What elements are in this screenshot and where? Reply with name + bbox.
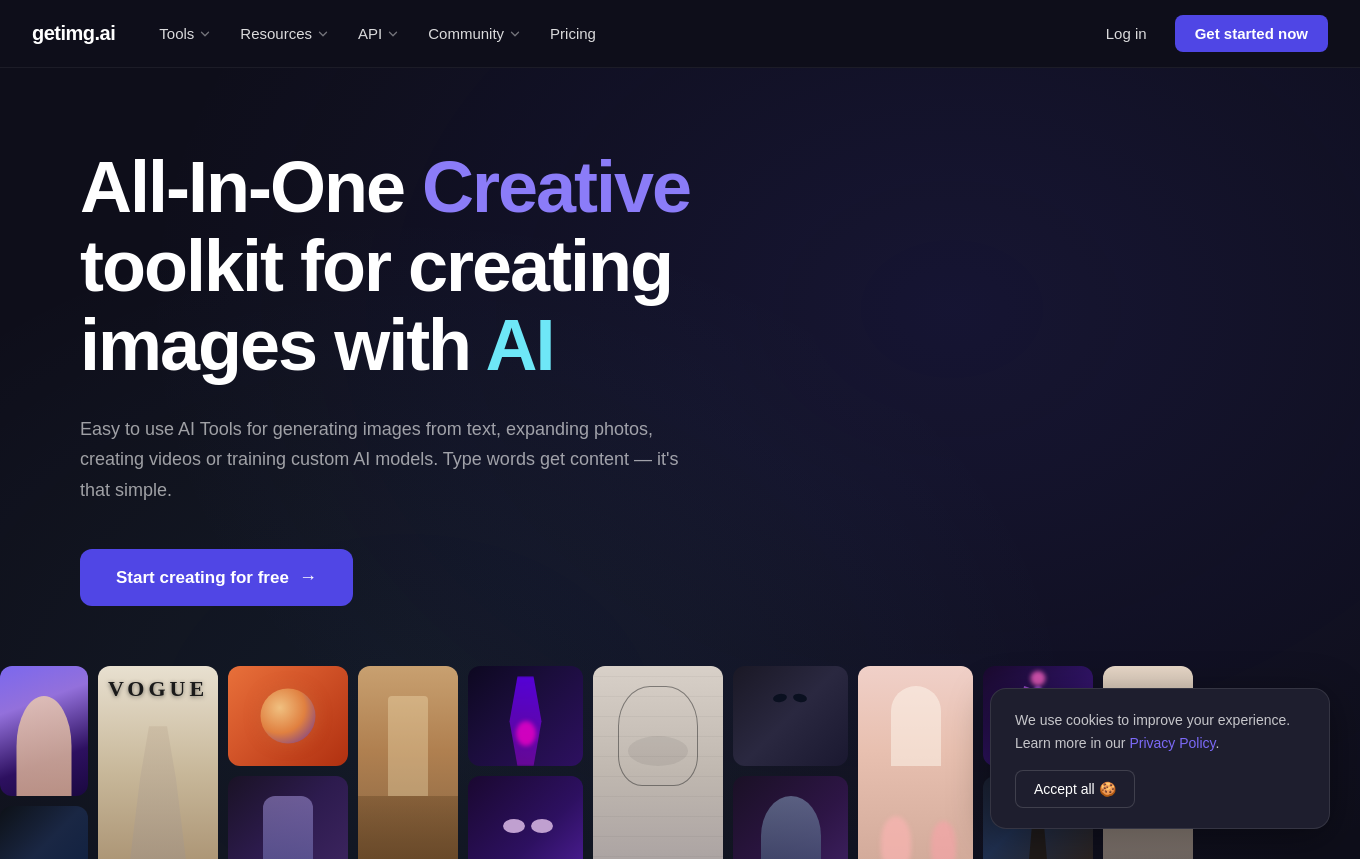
nav-api[interactable]: API bbox=[346, 17, 412, 50]
nav-tools-label: Tools bbox=[159, 25, 194, 42]
nav-resources-label: Resources bbox=[240, 25, 312, 42]
hero-title-creative: Creative bbox=[422, 147, 690, 227]
gallery-col-5 bbox=[468, 666, 583, 859]
gallery-col-8 bbox=[858, 666, 973, 859]
hero-title: All-In-One Creative toolkit for creating… bbox=[80, 148, 820, 386]
navbar: getimg.ai Tools Resources bbox=[0, 0, 1360, 68]
nav-api-label: API bbox=[358, 25, 382, 42]
gallery-col-6 bbox=[593, 666, 723, 859]
gallery-col-4 bbox=[358, 666, 458, 859]
chevron-down-icon bbox=[316, 27, 330, 41]
hero-cta-label: Start creating for free bbox=[116, 568, 289, 588]
nav-pricing[interactable]: Pricing bbox=[538, 17, 608, 50]
privacy-policy-link[interactable]: Privacy Policy bbox=[1129, 735, 1215, 751]
cookie-banner: We use cookies to improve your experienc… bbox=[990, 688, 1330, 829]
nav-pricing-label: Pricing bbox=[550, 25, 596, 42]
accept-cookies-button[interactable]: Accept all 🍪 bbox=[1015, 770, 1135, 808]
gallery-col-3 bbox=[228, 666, 348, 859]
nav-right: Log in Get started now bbox=[1094, 15, 1328, 52]
nav-tools[interactable]: Tools bbox=[147, 17, 224, 50]
logo[interactable]: getimg.ai bbox=[32, 22, 115, 45]
gallery-image bbox=[228, 666, 348, 766]
gallery-image bbox=[228, 776, 348, 859]
accept-label: Accept all 🍪 bbox=[1034, 781, 1116, 797]
nav-resources[interactable]: Resources bbox=[228, 17, 342, 50]
hero-title-part2: toolkit for creating images with bbox=[80, 226, 672, 385]
login-label: Log in bbox=[1106, 25, 1147, 42]
chevron-down-icon bbox=[386, 27, 400, 41]
hero-title-ai: AI bbox=[485, 305, 553, 385]
hero-title-part1: All-In-One bbox=[80, 147, 422, 227]
nav-links: Tools Resources API bbox=[147, 17, 608, 50]
gallery-image bbox=[468, 776, 583, 859]
gallery-image bbox=[733, 776, 848, 859]
gallery-col-2: VOGUE bbox=[98, 666, 218, 859]
gallery-col-7 bbox=[733, 666, 848, 859]
logo-text: getimg.ai bbox=[32, 22, 115, 44]
chevron-down-icon bbox=[198, 27, 212, 41]
arrow-right-icon: → bbox=[299, 567, 317, 588]
hero-section: All-In-One Creative toolkit for creating… bbox=[0, 68, 900, 646]
gallery-image bbox=[0, 666, 88, 796]
gallery-image bbox=[593, 666, 723, 859]
gallery-col-1 bbox=[0, 666, 88, 859]
nav-community-label: Community bbox=[428, 25, 504, 42]
gallery-image bbox=[858, 666, 973, 859]
get-started-button[interactable]: Get started now bbox=[1175, 15, 1328, 52]
hero-cta-button[interactable]: Start creating for free → bbox=[80, 549, 353, 606]
gallery-image bbox=[0, 806, 88, 859]
login-button[interactable]: Log in bbox=[1094, 17, 1159, 50]
hero-subtitle: Easy to use AI Tools for generating imag… bbox=[80, 414, 700, 506]
nav-community[interactable]: Community bbox=[416, 17, 534, 50]
gallery-image bbox=[468, 666, 583, 766]
gallery-image bbox=[733, 666, 848, 766]
cookie-text: We use cookies to improve your experienc… bbox=[1015, 709, 1305, 754]
chevron-down-icon bbox=[508, 27, 522, 41]
nav-left: getimg.ai Tools Resources bbox=[32, 17, 608, 50]
get-started-label: Get started now bbox=[1195, 25, 1308, 42]
gallery-image bbox=[358, 666, 458, 859]
vogue-label: VOGUE bbox=[108, 676, 208, 702]
gallery-image: VOGUE bbox=[98, 666, 218, 859]
